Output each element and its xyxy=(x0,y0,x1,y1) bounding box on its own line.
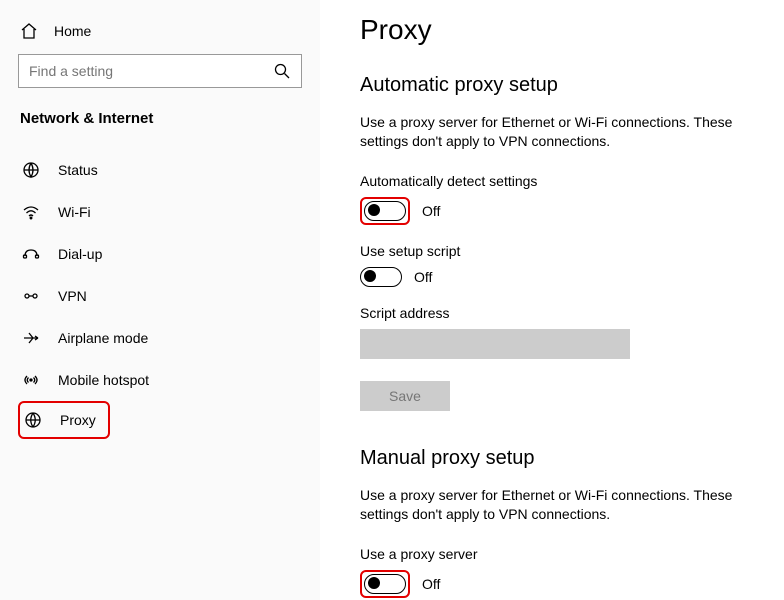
manual-heading: Manual proxy setup xyxy=(360,447,766,470)
setup-script-toggle[interactable] xyxy=(360,267,402,287)
highlight-use-proxy-toggle xyxy=(360,570,410,598)
highlight-auto-detect-toggle xyxy=(360,197,410,225)
sidebar: Home Network & Internet Status Wi-Fi Dia… xyxy=(0,0,320,600)
proxy-icon xyxy=(24,411,42,429)
sidebar-item-proxy[interactable]: Proxy xyxy=(22,405,106,435)
sidebar-item-hotspot[interactable]: Mobile hotspot xyxy=(18,359,302,401)
sidebar-item-label: Airplane mode xyxy=(58,330,148,346)
sidebar-item-dialup[interactable]: Dial-up xyxy=(18,233,302,275)
auto-detect-state: Off xyxy=(422,203,440,219)
script-address-label: Script address xyxy=(360,305,766,321)
page-title: Proxy xyxy=(360,14,766,46)
sidebar-item-vpn[interactable]: VPN xyxy=(18,275,302,317)
dialup-icon xyxy=(22,245,40,263)
nav-home-label: Home xyxy=(54,23,91,39)
auto-detect-label: Automatically detect settings xyxy=(360,173,766,189)
sidebar-item-label: Dial-up xyxy=(58,246,102,262)
nav-home[interactable]: Home xyxy=(18,18,302,54)
auto-description: Use a proxy server for Ethernet or Wi-Fi… xyxy=(360,113,760,151)
auto-detect-toggle[interactable] xyxy=(364,201,406,221)
save-button[interactable]: Save xyxy=(360,381,450,411)
search-input[interactable] xyxy=(18,54,302,88)
sidebar-item-status[interactable]: Status xyxy=(18,149,302,191)
sidebar-item-label: Wi-Fi xyxy=(58,204,91,220)
highlight-proxy-nav: Proxy xyxy=(18,401,110,439)
main-content: Proxy Automatic proxy setup Use a proxy … xyxy=(320,0,784,600)
sidebar-item-airplane[interactable]: Airplane mode xyxy=(18,317,302,359)
wifi-icon xyxy=(22,203,40,221)
status-icon xyxy=(22,161,40,179)
hotspot-icon xyxy=(22,371,40,389)
airplane-icon xyxy=(22,329,40,347)
use-proxy-toggle[interactable] xyxy=(364,574,406,594)
vpn-icon xyxy=(22,287,40,305)
manual-description: Use a proxy server for Ethernet or Wi-Fi… xyxy=(360,486,760,524)
search-field[interactable] xyxy=(29,63,273,79)
home-icon xyxy=(20,22,38,40)
setup-script-label: Use setup script xyxy=(360,243,766,259)
script-address-input[interactable] xyxy=(360,329,630,359)
sidebar-item-label: Status xyxy=(58,162,98,178)
auto-heading: Automatic proxy setup xyxy=(360,74,766,97)
sidebar-item-wifi[interactable]: Wi-Fi xyxy=(18,191,302,233)
sidebar-item-label: VPN xyxy=(58,288,87,304)
setup-script-state: Off xyxy=(414,269,432,285)
search-icon xyxy=(273,62,291,80)
use-proxy-label: Use a proxy server xyxy=(360,546,766,562)
sidebar-item-label: Proxy xyxy=(60,412,96,428)
sidebar-section-title: Network & Internet xyxy=(18,110,302,127)
use-proxy-state: Off xyxy=(422,576,440,592)
sidebar-item-label: Mobile hotspot xyxy=(58,372,149,388)
